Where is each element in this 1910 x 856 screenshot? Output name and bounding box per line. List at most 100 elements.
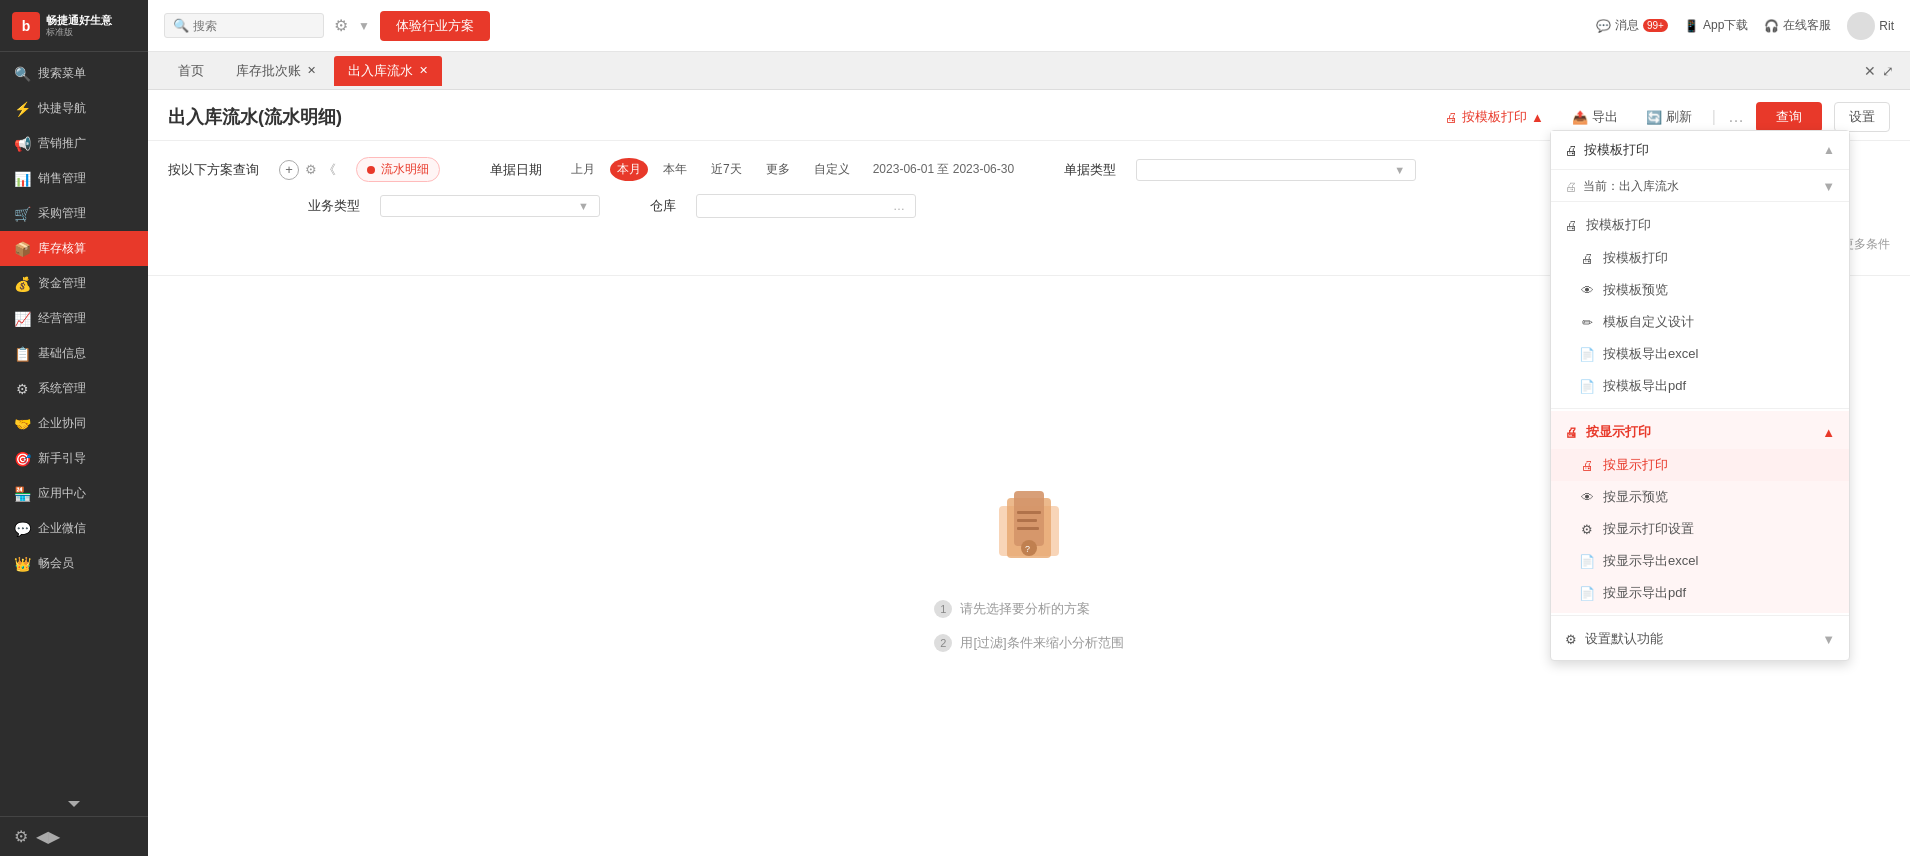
purchase-icon: 🛒 xyxy=(14,206,30,222)
sidebar-item-member[interactable]: 👑 畅会员 xyxy=(0,546,148,581)
sidebar-logo: b 畅捷通好生意 标准版 xyxy=(0,0,148,52)
tab-close-batch[interactable]: ✕ xyxy=(307,64,316,77)
inquiry-button[interactable]: 查询 xyxy=(1756,102,1822,132)
refresh-btn[interactable]: 🔄 刷新 xyxy=(1638,104,1700,130)
chevron-up-icon: ▲ xyxy=(1531,110,1544,125)
more-icon[interactable]: … xyxy=(893,199,905,213)
sidebar-item-inventory[interactable]: 📦 库存核算 xyxy=(0,231,148,266)
sidebar-collapse-icon[interactable]: ◀▶ xyxy=(36,827,60,846)
template-export-excel-item[interactable]: 📄 按模板导出excel xyxy=(1551,338,1849,370)
tab-batch-account[interactable]: 库存批次账 ✕ xyxy=(222,56,330,86)
sidebar-nav: 🔍 搜索菜单 ⚡ 快捷导航 📢 营销推广 📊 销售管理 🛒 采购管理 📦 库存核… xyxy=(0,52,148,792)
refresh-icon: 🔄 xyxy=(1646,110,1662,125)
business-type-dropdown[interactable]: ▼ xyxy=(380,195,600,217)
template-custom-item[interactable]: ✏ 模板自定义设计 xyxy=(1551,306,1849,338)
sidebar-item-quick-nav[interactable]: ⚡ 快捷导航 xyxy=(0,91,148,126)
topbar-search[interactable]: 🔍 xyxy=(164,13,324,38)
quick-nav-icon: ⚡ xyxy=(14,101,30,117)
tab-maximize-icon[interactable]: ⤢ xyxy=(1882,63,1894,79)
print-icon-header: 🖨 xyxy=(1565,143,1578,158)
date-btn-custom[interactable]: 自定义 xyxy=(805,158,859,181)
sidebar-item-system[interactable]: ⚙ 系统管理 xyxy=(0,371,148,406)
sidebar-item-purchase[interactable]: 🛒 采购管理 xyxy=(0,196,148,231)
template-preview-item[interactable]: 👁 按模板预览 xyxy=(1551,274,1849,306)
gear-icon[interactable]: ⚙ xyxy=(334,16,348,35)
sidebar-item-search-menu[interactable]: 🔍 搜索菜单 xyxy=(0,56,148,91)
user-item[interactable]: Rit xyxy=(1847,12,1894,40)
date-btn-7days[interactable]: 近7天 xyxy=(702,158,751,181)
print-item-icon-1: 🖨 xyxy=(1579,250,1595,266)
print-item-icon-2: 👁 xyxy=(1579,282,1595,298)
display-print-settings-item[interactable]: ⚙ 按显示打印设置 xyxy=(1551,513,1849,545)
display-export-excel-item[interactable]: 📄 按显示导出excel xyxy=(1551,545,1849,577)
template-print-header: 🖨 按模板打印 xyxy=(1551,208,1849,242)
date-filter-label: 单据日期 xyxy=(490,161,542,179)
settings-button[interactable]: 设置 xyxy=(1834,102,1890,132)
sidebar-scroll-down[interactable] xyxy=(0,792,148,816)
warehouse-label: 仓库 xyxy=(650,197,676,215)
filter-tag-dot xyxy=(367,166,375,174)
settings-icon[interactable]: ⚙ xyxy=(14,827,28,846)
display-preview-item[interactable]: 👁 按显示预览 xyxy=(1551,481,1849,513)
step-2-num: 2 xyxy=(934,634,952,652)
tab-flow[interactable]: 出入库流水 ✕ xyxy=(334,56,442,86)
dropdown-arrow-topbar[interactable]: ▼ xyxy=(358,19,370,33)
document-type-dropdown[interactable]: ▼ xyxy=(1136,159,1416,181)
finance-icon: 💰 xyxy=(14,276,30,292)
search-icon-topbar: 🔍 xyxy=(173,18,189,33)
sidebar-item-enterprise[interactable]: 🤝 企业协同 xyxy=(0,406,148,441)
dropdown-collapse-icon[interactable]: ▲ xyxy=(1823,143,1835,157)
search-input[interactable] xyxy=(193,19,313,33)
tab-home[interactable]: 首页 xyxy=(164,56,218,86)
step-1: 1 请先选择要分析的方案 xyxy=(934,596,1123,622)
industry-btn[interactable]: 体验行业方案 xyxy=(380,11,490,41)
step-2: 2 用[过滤]条件来缩小分析范围 xyxy=(934,630,1123,656)
more-options-icon[interactable]: … xyxy=(1728,108,1744,126)
sidebar-item-basic[interactable]: 📋 基础信息 xyxy=(0,336,148,371)
sidebar-item-wechat[interactable]: 💬 企业微信 xyxy=(0,511,148,546)
default-settings-header[interactable]: ⚙ 设置默认功能 ▼ xyxy=(1551,622,1849,656)
date-btn-this-month[interactable]: 本月 xyxy=(610,158,648,181)
template-print-item[interactable]: 🖨 按模板打印 xyxy=(1551,242,1849,274)
sidebar-item-app-center[interactable]: 🏪 应用中心 xyxy=(0,476,148,511)
print-icon: 🖨 xyxy=(1445,110,1458,125)
sidebar-item-marketing[interactable]: 📢 营销推广 xyxy=(0,126,148,161)
print-small-icon: 🖨 xyxy=(1565,180,1577,194)
date-btn-more[interactable]: 更多 xyxy=(757,158,799,181)
filter-tag[interactable]: 流水明细 xyxy=(356,157,440,182)
print-template-btn[interactable]: 🖨 按模板打印 ▲ xyxy=(1437,104,1552,130)
display-print-item[interactable]: 🖨 按显示打印 xyxy=(1551,449,1849,481)
topbar: 🔍 ⚙ ▼ 体验行业方案 💬 消息 99+ 📱 App下载 🎧 在线客服 Rit xyxy=(148,0,1910,52)
tab-close-flow[interactable]: ✕ xyxy=(419,64,428,77)
online-service-item[interactable]: 🎧 在线客服 xyxy=(1764,17,1831,34)
current-label-area: 🖨 当前：出入库流水 xyxy=(1565,178,1679,195)
sidebar-item-sales[interactable]: 📊 销售管理 xyxy=(0,161,148,196)
chevron-down-icon: ▼ xyxy=(1394,164,1405,176)
date-btn-this-year[interactable]: 本年 xyxy=(654,158,696,181)
filter-gear-icon[interactable]: ⚙ xyxy=(305,162,317,177)
template-print-section: 🖨 按模板打印 🖨 按模板打印 👁 按模板预览 ✏ 模板自定义设计 xyxy=(1551,204,1849,406)
basic-icon: 📋 xyxy=(14,346,30,362)
page-actions: 🖨 按模板打印 ▲ 📤 导出 🔄 刷新 | … 查询 设置 xyxy=(1437,102,1890,132)
app-download-item[interactable]: 📱 App下载 xyxy=(1684,17,1748,34)
current-arrow-icon[interactable]: ▼ xyxy=(1822,179,1835,194)
date-btn-last-month[interactable]: 上月 xyxy=(562,158,604,181)
template-export-pdf-item[interactable]: 📄 按模板导出pdf xyxy=(1551,370,1849,402)
search-icon: 🔍 xyxy=(14,66,30,82)
sidebar-item-guide[interactable]: 🎯 新手引导 xyxy=(0,441,148,476)
logo-text: 畅捷通好生意 标准版 xyxy=(46,13,112,39)
document-type-label: 单据类型 xyxy=(1064,161,1116,179)
default-settings-arrow[interactable]: ▼ xyxy=(1822,632,1835,647)
sidebar-item-operations[interactable]: 📈 经营管理 xyxy=(0,301,148,336)
sidebar-item-finance[interactable]: 💰 资金管理 xyxy=(0,266,148,301)
sales-icon: 📊 xyxy=(14,171,30,187)
export-btn[interactable]: 📤 导出 xyxy=(1564,104,1626,130)
filter-add-button[interactable]: + xyxy=(279,160,299,180)
filter-collapse-icon[interactable]: 《 xyxy=(323,161,336,179)
tab-minimize-icon[interactable]: ✕ xyxy=(1864,63,1876,79)
display-section-arrow[interactable]: ▲ xyxy=(1822,425,1835,440)
display-print-label: 🖨 按显示打印 xyxy=(1565,423,1651,441)
display-export-pdf-item[interactable]: 📄 按显示导出pdf xyxy=(1551,577,1849,609)
message-item[interactable]: 💬 消息 99+ xyxy=(1596,17,1668,34)
warehouse-dropdown[interactable]: … xyxy=(696,194,916,218)
